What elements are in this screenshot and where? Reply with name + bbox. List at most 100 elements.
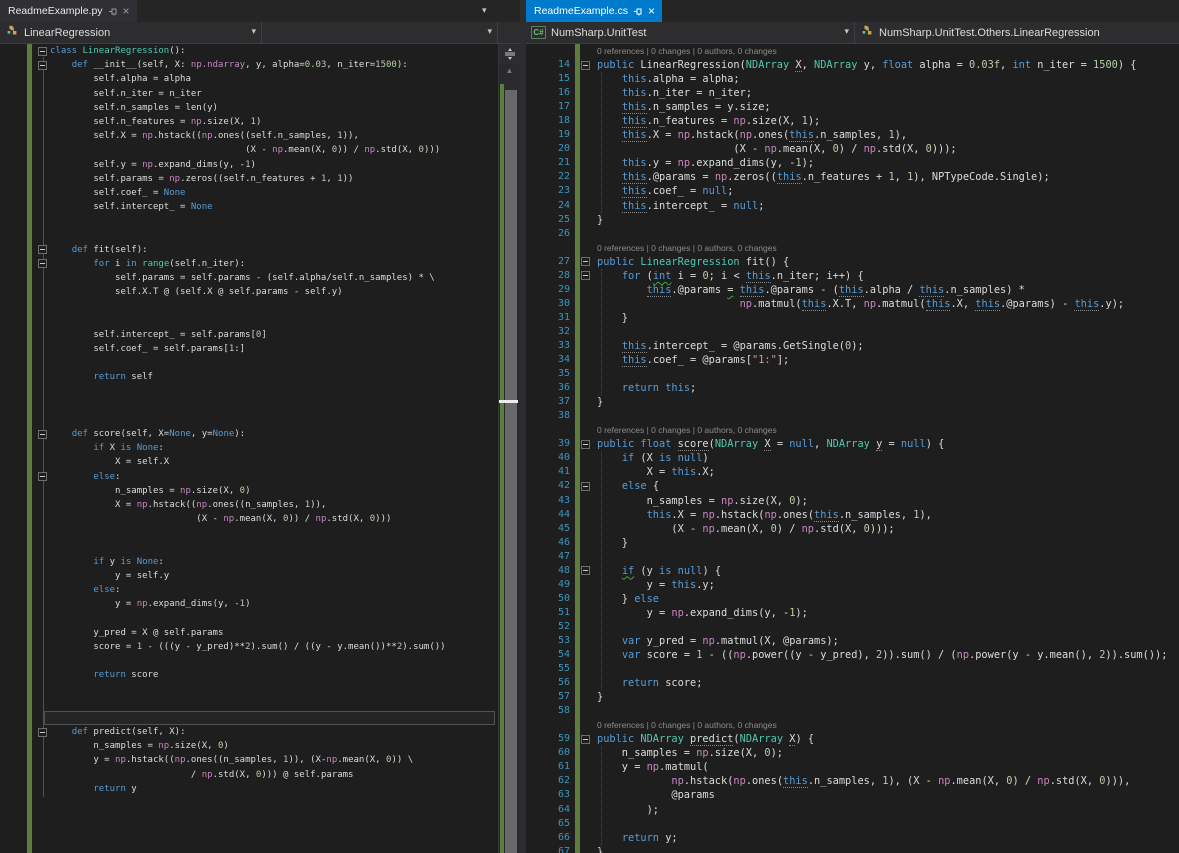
code-line[interactable]: 66 return y;: [526, 831, 1179, 845]
code-line[interactable]: [0, 526, 498, 540]
chevron-down-icon[interactable]: ▾: [251, 26, 256, 37]
code-line[interactable]: 33 this.intercept_ = @params.GetSingle(0…: [526, 339, 1179, 353]
code-line[interactable]: 28 for (int i = 0; i < this.n_iter; i++)…: [526, 269, 1179, 283]
close-icon[interactable]: ×: [648, 5, 655, 17]
line-number[interactable]: 31: [526, 311, 570, 325]
fold-toggle-icon[interactable]: [581, 257, 590, 267]
code-line[interactable]: 42 else {: [526, 479, 1179, 493]
code-line[interactable]: [0, 810, 498, 824]
code-line[interactable]: 51 y = np.expand_dims(y, -1);: [526, 606, 1179, 620]
fold-toggle-icon[interactable]: [581, 566, 590, 576]
line-number[interactable]: 40: [526, 451, 570, 465]
code-line[interactable]: 59 public NDArray predict(NDArray X) {: [526, 732, 1179, 747]
line-number[interactable]: 60: [526, 746, 570, 760]
code-line[interactable]: 27 public LinearRegression fit() {: [526, 255, 1179, 269]
code-line[interactable]: 19 this.X = np.hstack(np.ones(this.n_sam…: [526, 128, 1179, 143]
code-line[interactable]: y = np.hstack((np.ones((n_samples, 1)), …: [0, 753, 498, 767]
codelens-row[interactable]: 0 references | 0 changes | 0 authors, 0 …: [526, 718, 1179, 732]
code-line[interactable]: [0, 399, 498, 413]
code-line[interactable]: [0, 413, 498, 427]
code-line[interactable]: [0, 682, 498, 696]
code-line[interactable]: [0, 710, 498, 726]
scroll-up-arrow-icon[interactable]: ▲: [499, 66, 520, 75]
line-number[interactable]: 19: [526, 128, 570, 142]
code-line[interactable]: [0, 299, 498, 313]
code-line[interactable]: [0, 214, 498, 228]
chevron-down-icon[interactable]: ▾: [844, 26, 849, 37]
fold-toggle-icon[interactable]: [581, 481, 590, 491]
code-line[interactable]: 56 return score;: [526, 676, 1179, 690]
code-line[interactable]: def predict(self, X):: [0, 725, 498, 739]
line-number[interactable]: 55: [526, 662, 570, 676]
code-line[interactable]: 38: [526, 409, 1179, 423]
project-dropdown[interactable]: C# NumSharp.UnitTest ▾: [526, 22, 855, 43]
tab-readmeexample-cs[interactable]: ReadmeExample.cs ×: [526, 0, 662, 22]
code-line[interactable]: X = self.X: [0, 455, 498, 469]
code-line[interactable]: self.y = np.expand_dims(y, -1): [0, 158, 498, 172]
line-number[interactable]: 61: [526, 760, 570, 774]
code-line[interactable]: self.X.T @ (self.X @ self.params - self.…: [0, 285, 498, 299]
code-line[interactable]: 24 this.intercept_ = null;: [526, 199, 1179, 213]
code-line[interactable]: 40 if (X is null): [526, 451, 1179, 465]
code-line[interactable]: n_samples = np.size(X, 0): [0, 739, 498, 753]
line-number[interactable]: 35: [526, 367, 570, 381]
code-line[interactable]: 16 this.n_iter = n_iter;: [526, 86, 1179, 100]
line-number[interactable]: 24: [526, 199, 570, 213]
code-line[interactable]: 45 (X - np.mean(X, 0) / np.std(X, 0)));: [526, 522, 1179, 536]
code-line[interactable]: self.n_samples = len(y): [0, 101, 498, 115]
code-line[interactable]: 34 this.coef_ = @params["1:"];: [526, 353, 1179, 368]
code-line[interactable]: 15 this.alpha = alpha;: [526, 72, 1179, 86]
code-line[interactable]: 60 n_samples = np.size(X, 0);: [526, 746, 1179, 760]
tab-readmeexample-py[interactable]: ReadmeExample.py ×: [0, 0, 137, 22]
line-number[interactable]: 36: [526, 381, 570, 395]
line-number[interactable]: 18: [526, 114, 570, 128]
line-number[interactable]: 46: [526, 536, 570, 550]
code-line[interactable]: 25}: [526, 213, 1179, 227]
scope-dropdown[interactable]: LinearRegression ▾: [0, 22, 262, 43]
document-list-chevron-icon[interactable]: ▾: [482, 5, 487, 16]
fold-toggle-icon[interactable]: [38, 259, 47, 269]
line-number[interactable]: 54: [526, 648, 570, 662]
code-line[interactable]: y_pred = X @ self.params: [0, 626, 498, 640]
code-line[interactable]: 36 return this;: [526, 381, 1179, 395]
code-line[interactable]: [0, 839, 498, 853]
fold-toggle-icon[interactable]: [38, 429, 47, 439]
code-line[interactable]: (X - np.mean(X, 0)) / np.std(X, 0))): [0, 512, 498, 526]
fold-toggle-icon[interactable]: [581, 734, 590, 744]
fold-toggle-icon[interactable]: [38, 472, 47, 482]
code-line[interactable]: [0, 228, 498, 242]
line-number[interactable]: 45: [526, 522, 570, 536]
line-number[interactable]: 59: [526, 732, 570, 746]
code-line[interactable]: [0, 314, 498, 328]
code-line[interactable]: 17 this.n_samples = y.size;: [526, 100, 1179, 115]
line-number[interactable]: 66: [526, 831, 570, 845]
code-line[interactable]: n_samples = np.size(X, 0): [0, 484, 498, 498]
code-line[interactable]: for i in range(self.n_iter):: [0, 257, 498, 271]
code-line[interactable]: 65: [526, 817, 1179, 831]
csharp-code-editor[interactable]: 0 references | 0 changes | 0 authors, 0 …: [526, 44, 1179, 853]
line-number[interactable]: 50: [526, 592, 570, 606]
line-number[interactable]: 26: [526, 227, 570, 241]
code-line[interactable]: X = np.hstack((np.ones((n_samples, 1)),: [0, 498, 498, 512]
code-line[interactable]: [0, 697, 498, 711]
line-number[interactable]: 56: [526, 676, 570, 690]
left-scrollbar[interactable]: ▲: [498, 44, 520, 853]
scrollbar-thumb[interactable]: [505, 90, 517, 853]
line-number[interactable]: 62: [526, 774, 570, 788]
line-number[interactable]: 43: [526, 494, 570, 508]
line-number[interactable]: 14: [526, 58, 570, 72]
code-line[interactable]: 61 y = np.matmul(: [526, 760, 1179, 774]
fold-toggle-icon[interactable]: [581, 439, 590, 449]
line-number[interactable]: 41: [526, 465, 570, 479]
code-line[interactable]: def __init__(self, X: np.ndarray, y, alp…: [0, 58, 498, 72]
code-line[interactable]: [0, 612, 498, 626]
code-line[interactable]: self.n_features = np.size(X, 1): [0, 115, 498, 129]
line-number[interactable]: 49: [526, 578, 570, 592]
code-line[interactable]: 29 this.@params = this.@params - (this.a…: [526, 283, 1179, 297]
code-line[interactable]: 49 y = this.y;: [526, 578, 1179, 592]
code-line[interactable]: 57}: [526, 690, 1179, 704]
member-dropdown[interactable]: ▾: [262, 22, 498, 43]
code-line[interactable]: [0, 385, 498, 399]
code-line[interactable]: 67}: [526, 845, 1179, 853]
line-number[interactable]: 29: [526, 283, 570, 297]
